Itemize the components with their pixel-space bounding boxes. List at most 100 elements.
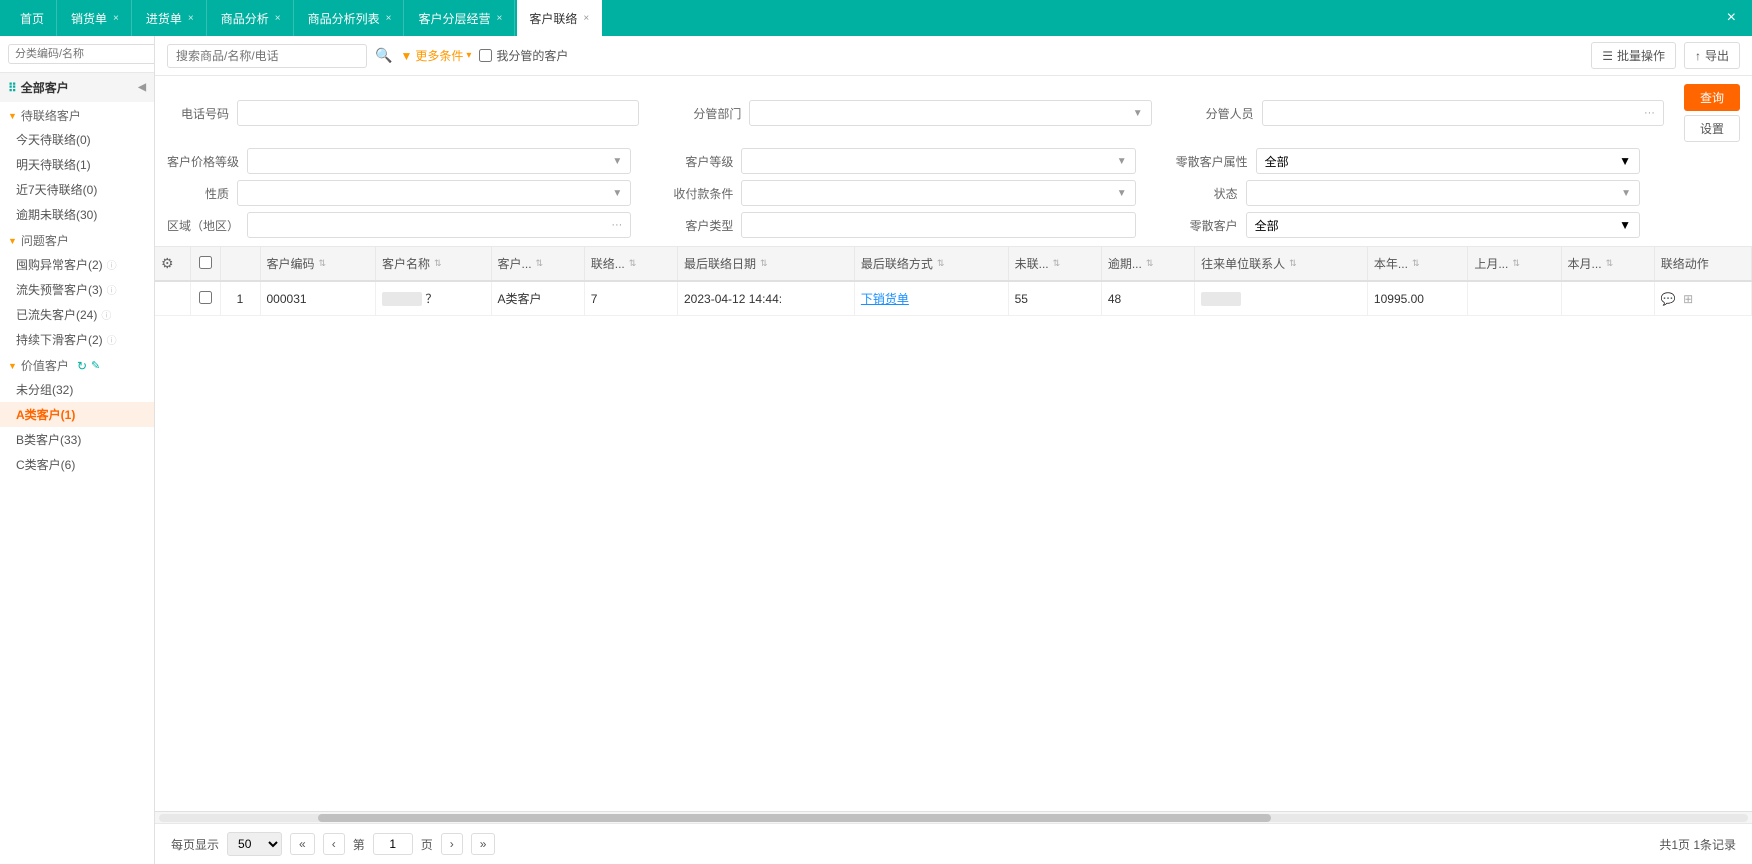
sidebar-item-b-class[interactable]: B类客户(33) (0, 427, 154, 452)
sort-lmonth-icon[interactable]: ⇅ (1512, 258, 1520, 269)
retail-customer-select[interactable]: 全部 ▼ (1246, 212, 1640, 238)
refresh-value-icon[interactable]: ↻ (77, 359, 87, 373)
sidebar-item-a-class[interactable]: A类客户(1) (0, 402, 154, 427)
nav-tab-purchase[interactable]: 进货单 × (134, 0, 207, 36)
td-uncontacted: 55 (1008, 281, 1101, 316)
sort-code-icon[interactable]: ⇅ (319, 258, 327, 269)
close-sales-tab[interactable]: × (113, 13, 119, 24)
sidebar-item-warning[interactable]: 流失预警客户(3) ⓘ (0, 277, 154, 302)
sidebar-item-overdue[interactable]: 逾期未联络(30) (0, 202, 154, 227)
close-all-btn[interactable]: × (1719, 9, 1744, 27)
content-area: 🔍 ▼ 更多条件 ▾ 我分管的客户 ☰ 批量操作 ↑ 导出 (155, 36, 1752, 864)
prev-page-btn[interactable]: ‹ (323, 833, 345, 855)
sidebar-item-ungraded[interactable]: 未分组(32) (0, 377, 154, 402)
filter-icon: ▼ (400, 49, 412, 63)
export-button[interactable]: ↑ 导出 (1684, 42, 1740, 69)
sort-month-icon[interactable]: ⇅ (1606, 258, 1614, 269)
select-all-checkbox[interactable] (199, 256, 212, 269)
more-conditions-btn[interactable]: ▼ 更多条件 ▾ (400, 47, 471, 64)
person-select[interactable]: ··· (1262, 100, 1664, 126)
sort-method-icon[interactable]: ⇅ (937, 258, 945, 269)
action-chat-icon[interactable]: 💬 (1661, 292, 1676, 306)
next-page-btn[interactable]: › (441, 833, 463, 855)
nature-label: 性质 (167, 185, 237, 202)
sidebar-item-c-class[interactable]: C类客户(6) (0, 452, 154, 477)
horizontal-scrollbar[interactable] (155, 811, 1752, 823)
sidebar-item-lost[interactable]: 已流失客户(24) ⓘ (0, 302, 154, 327)
nature-select[interactable]: ▼ (237, 180, 631, 206)
filter-search-icon[interactable]: 🔍 (375, 47, 392, 64)
sidebar-search-area: 🔍 (0, 36, 154, 73)
th-code: 客户编码 ⇅ (260, 247, 376, 281)
td-overdue: 48 (1101, 281, 1194, 316)
retail-customer-arrow: ▼ (1619, 218, 1631, 232)
nav-tab-sales[interactable]: 销货单 × (59, 0, 132, 36)
payment-label: 收付款条件 (671, 185, 741, 202)
nav-tab-product-list[interactable]: 商品分析列表 × (296, 0, 405, 36)
table-gear-icon[interactable]: ⚙ (161, 255, 174, 272)
sort-unc-icon[interactable]: ⇅ (1053, 258, 1061, 269)
retail-attr-label: 零散客户属性 (1176, 153, 1256, 170)
nav-tab-product-analysis[interactable]: 商品分析 × (209, 0, 294, 36)
th-last-month: 上月... ⇅ (1468, 247, 1561, 281)
td-this-month (1561, 281, 1654, 316)
sidebar-group-problem: ▼ 问题客户 (0, 227, 154, 252)
customer-grade-label: 客户等级 (671, 153, 741, 170)
close-customer-layer-tab[interactable]: × (496, 13, 502, 24)
bulk-op-button[interactable]: ☰ 批量操作 (1591, 42, 1676, 69)
my-customers-checkbox-label[interactable]: 我分管的客户 (479, 47, 568, 64)
scrollbar-thumb[interactable] (318, 814, 1271, 822)
nav-tab-customer-layer[interactable]: 客户分层经营 × (406, 0, 515, 36)
payment-arrow: ▼ (1117, 188, 1127, 199)
info-icon-3: ⓘ (101, 307, 111, 322)
last-page-btn[interactable]: » (471, 833, 496, 855)
customer-type-select[interactable] (741, 212, 1135, 238)
sort-ctype-icon[interactable]: ⇅ (536, 258, 544, 269)
td-last-method: 下销货单 (854, 281, 1008, 316)
action-qr-icon[interactable]: ⊞ (1683, 292, 1693, 306)
dept-select[interactable]: ▼ (749, 100, 1151, 126)
edit-value-icon[interactable]: ✎ (91, 359, 100, 372)
sidebar-item-today[interactable]: 今天待联络(0) (0, 127, 154, 152)
sidebar-item-7days[interactable]: 近7天待联络(0) (0, 177, 154, 202)
sidebar-search-input[interactable] (8, 44, 155, 64)
sidebar-item-tomorrow[interactable]: 明天待联络(1) (0, 152, 154, 177)
sidebar-all-customers[interactable]: ⠿ 全部客户 ◀ (0, 73, 154, 102)
page-number-input[interactable] (373, 833, 413, 855)
sidebar-item-declining[interactable]: 持续下滑客户(2) ⓘ (0, 327, 154, 352)
retail-attr-select[interactable]: 全部 ▼ (1256, 148, 1640, 174)
nav-tab-customer-contact[interactable]: 客户联络 × (517, 0, 602, 36)
payment-select[interactable]: ▼ (741, 180, 1135, 206)
nav-tab-home[interactable]: 首页 (8, 0, 57, 36)
filter-cell-retail-customer: 零散客户 全部 ▼ (1176, 212, 1640, 238)
search-input[interactable] (167, 44, 367, 68)
close-purchase-tab[interactable]: × (188, 13, 194, 24)
my-customers-checkbox[interactable] (479, 49, 492, 62)
price-grade-select[interactable]: ▼ (247, 148, 631, 174)
sort-date-icon[interactable]: ⇅ (760, 258, 768, 269)
filter-cell-customer-type: 客户类型 (671, 212, 1135, 238)
td-code: 000031 (260, 281, 376, 316)
th-overdue: 逾期... ⇅ (1101, 247, 1194, 281)
close-customer-contact-tab[interactable]: × (583, 13, 589, 24)
customer-grade-select[interactable]: ▼ (741, 148, 1135, 174)
query-button[interactable]: 查询 (1684, 84, 1740, 111)
phone-input[interactable] (237, 100, 639, 126)
per-page-select[interactable]: 50 100 200 (227, 832, 282, 856)
sort-year-icon[interactable]: ⇅ (1412, 258, 1420, 269)
sidebar-item-abnormal[interactable]: 囤购异常客户(2) ⓘ (0, 252, 154, 277)
region-select[interactable]: ··· (247, 212, 631, 238)
contact-person-blurred: ████ (1201, 292, 1241, 306)
sort-person-icon[interactable]: ⇅ (1289, 258, 1297, 269)
sort-overdue-icon[interactable]: ⇅ (1146, 258, 1154, 269)
first-page-btn[interactable]: « (290, 833, 315, 855)
settings-button[interactable]: 设置 (1684, 115, 1740, 142)
sort-name-icon[interactable]: ⇅ (434, 258, 442, 269)
filter-cell-phone: 电话号码 (167, 100, 639, 126)
close-product-analysis-tab[interactable]: × (275, 13, 281, 24)
sort-contact-icon[interactable]: ⇅ (629, 258, 637, 269)
last-method-link[interactable]: 下销货单 (861, 292, 909, 306)
row-checkbox[interactable] (199, 291, 212, 304)
close-product-list-tab[interactable]: × (386, 13, 392, 24)
status-select[interactable]: ▼ (1246, 180, 1640, 206)
